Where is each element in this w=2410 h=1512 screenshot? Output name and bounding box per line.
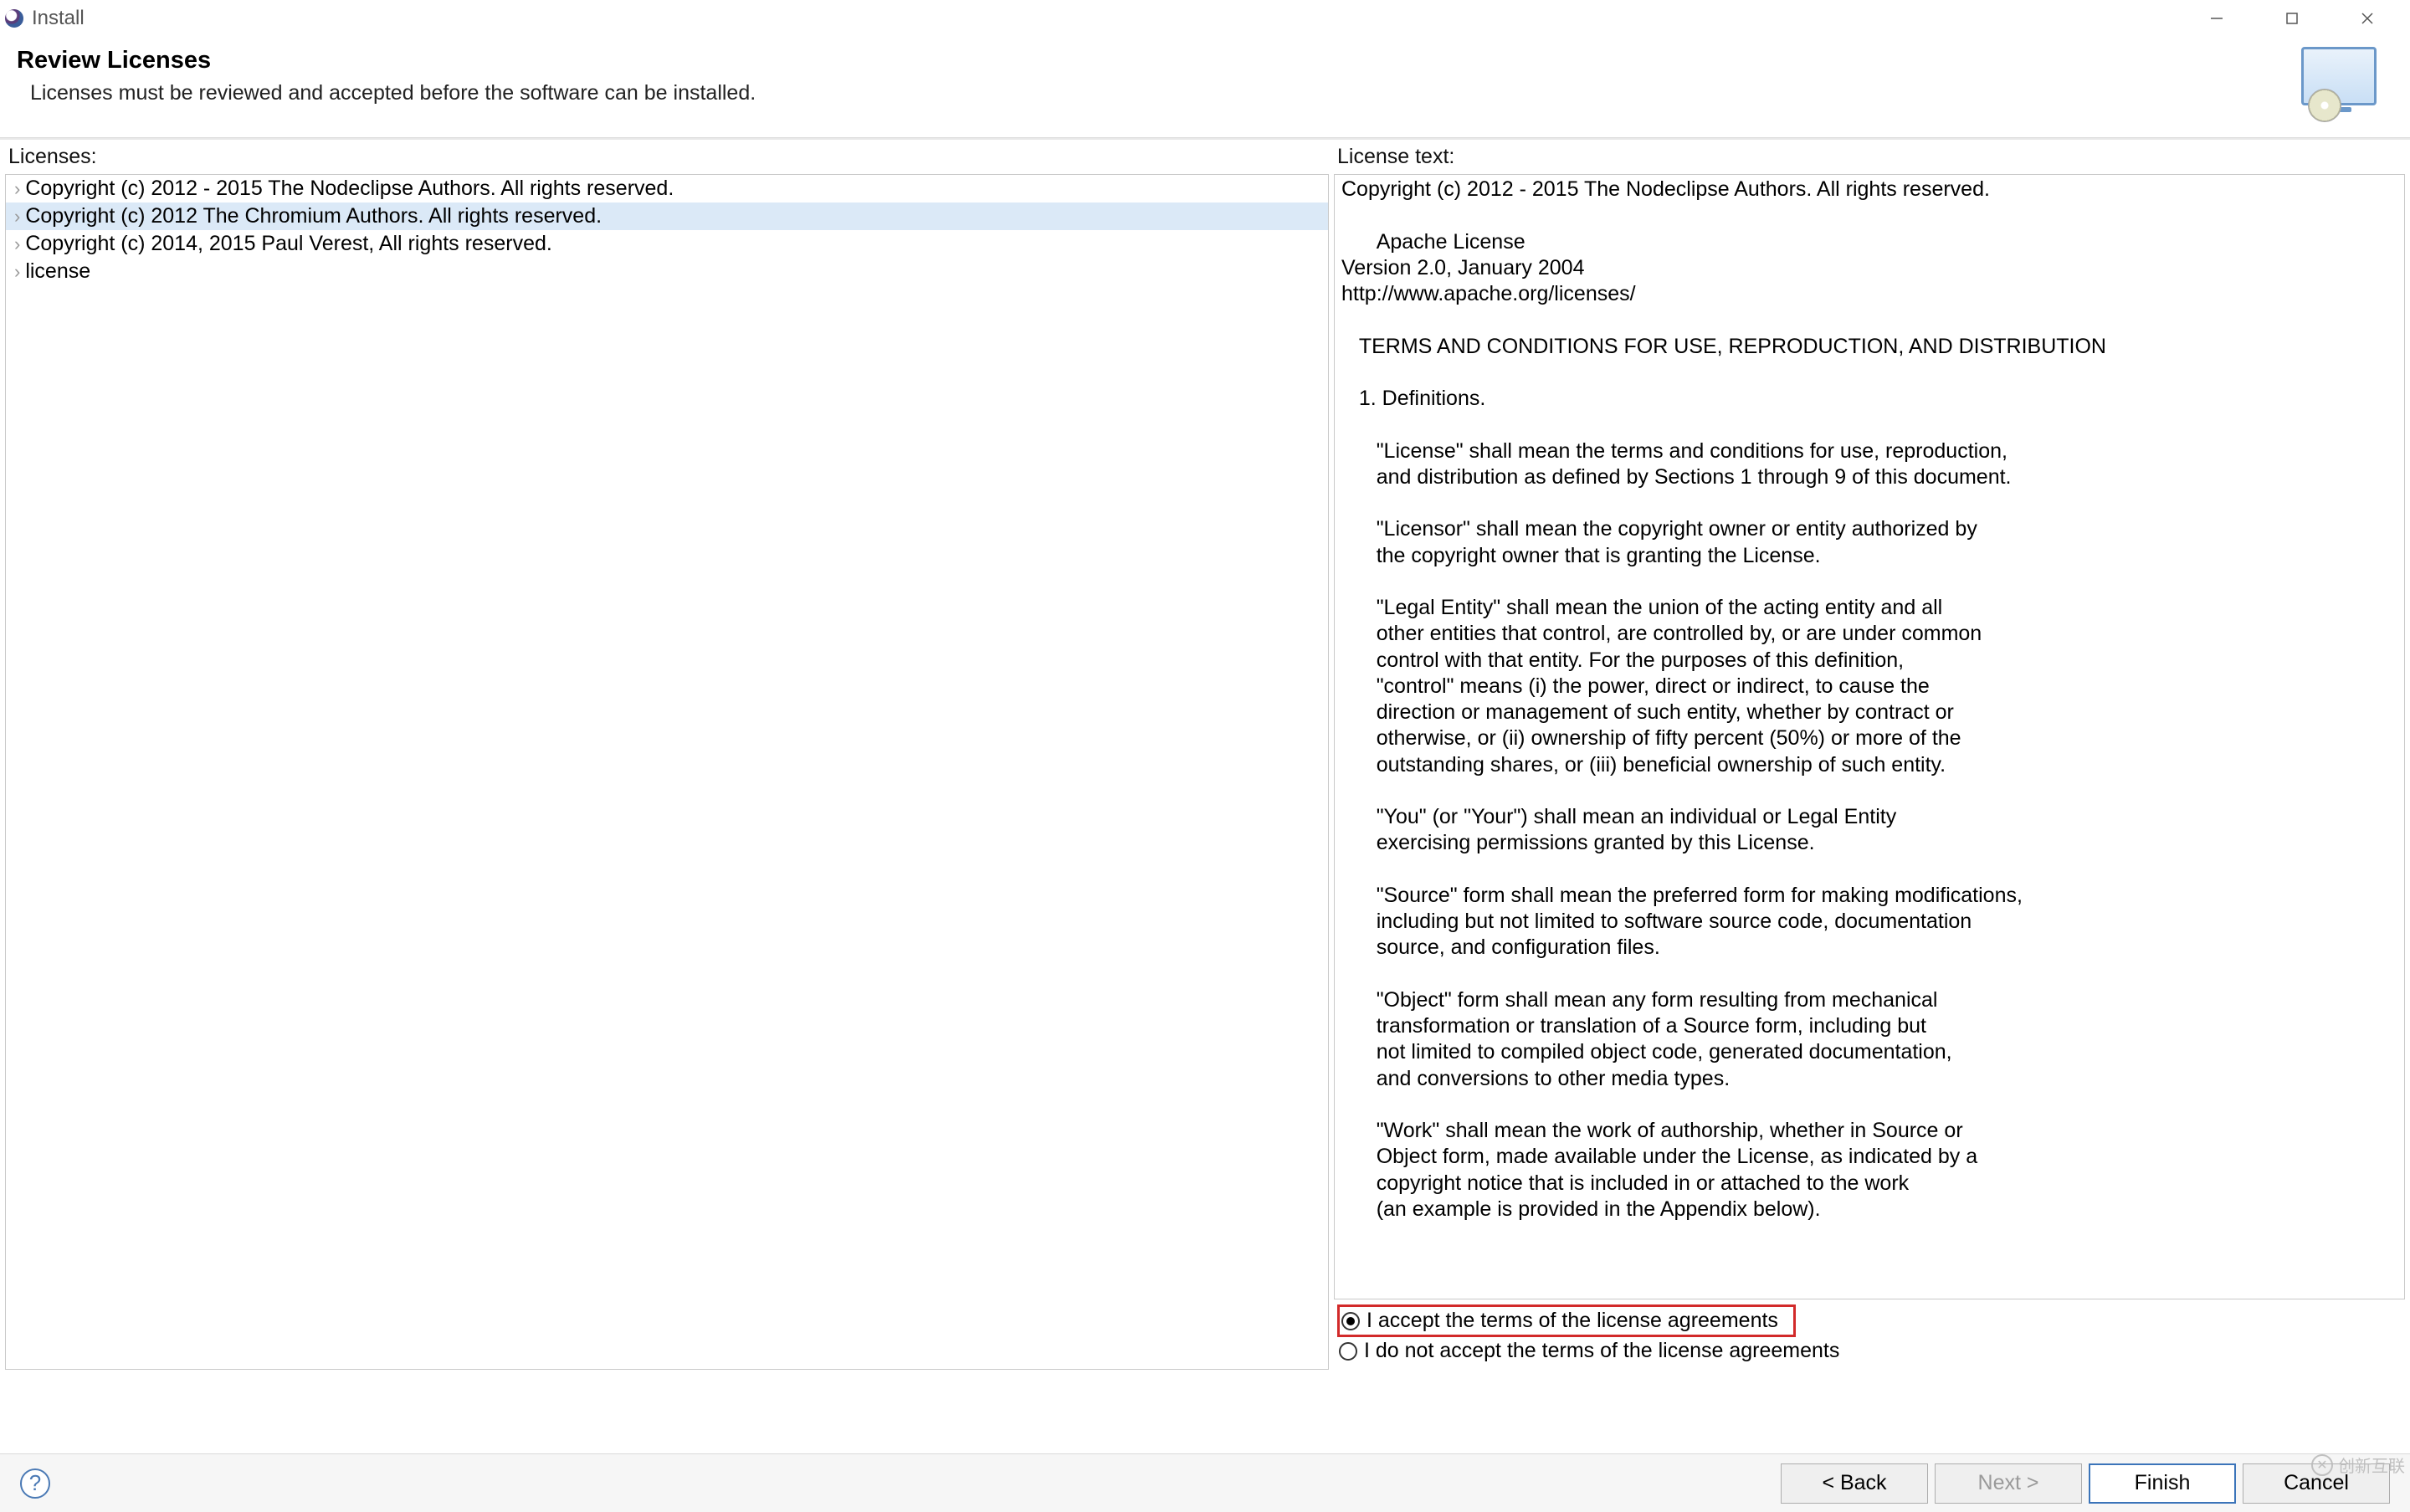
- page-subtitle: Licenses must be reviewed and accepted b…: [17, 81, 2284, 105]
- radio-reject[interactable]: I do not accept the terms of the license…: [1337, 1337, 2402, 1365]
- minimize-button[interactable]: [2179, 0, 2254, 37]
- license-item[interactable]: ›Copyright (c) 2012 - 2015 The Nodeclips…: [6, 175, 1328, 202]
- chevron-right-icon: ›: [14, 261, 20, 283]
- watermark-text: 创新互联: [2338, 1453, 2405, 1477]
- content-area: Licenses: ›Copyright (c) 2012 - 2015 The…: [0, 140, 2410, 1370]
- radio-icon: [1339, 1342, 1357, 1361]
- chevron-right-icon: ›: [14, 233, 20, 255]
- help-button[interactable]: ?: [20, 1468, 50, 1499]
- back-button[interactable]: < Back: [1781, 1463, 1928, 1504]
- radio-icon: [1341, 1312, 1360, 1330]
- close-button[interactable]: [2330, 0, 2405, 37]
- chevron-right-icon: ›: [14, 178, 20, 200]
- radio-accept-label: I accept the terms of the license agreem…: [1367, 1309, 1778, 1333]
- finish-button[interactable]: Finish: [2089, 1463, 2236, 1504]
- next-button: Next >: [1935, 1463, 2082, 1504]
- license-item-label: Copyright (c) 2014, 2015 Paul Verest, Al…: [25, 232, 552, 256]
- watermark-icon: ✕: [2311, 1454, 2333, 1476]
- license-item[interactable]: ›license: [6, 258, 1328, 285]
- license-text-label: License text:: [1334, 140, 2405, 174]
- eclipse-icon: [5, 9, 23, 28]
- license-item-label: Copyright (c) 2012 - 2015 The Nodeclipse…: [25, 177, 674, 201]
- licenses-pane: Licenses: ›Copyright (c) 2012 - 2015 The…: [5, 140, 1329, 1370]
- wizard-footer: ? < Back Next > Finish Cancel: [0, 1453, 2410, 1512]
- radio-reject-label: I do not accept the terms of the license…: [1364, 1339, 1839, 1363]
- license-item-label: license: [25, 259, 90, 284]
- radio-accept[interactable]: I accept the terms of the license agreem…: [1337, 1304, 1796, 1337]
- license-item[interactable]: ›Copyright (c) 2014, 2015 Paul Verest, A…: [6, 230, 1328, 258]
- license-item-label: Copyright (c) 2012 The Chromium Authors.…: [25, 204, 602, 228]
- license-item[interactable]: ›Copyright (c) 2012 The Chromium Authors…: [6, 202, 1328, 230]
- licenses-label: Licenses:: [5, 140, 1329, 174]
- window-title: Install: [32, 7, 85, 30]
- chevron-right-icon: ›: [14, 206, 20, 228]
- watermark: ✕ 创新互联: [2311, 1453, 2405, 1477]
- license-text-area[interactable]: Copyright (c) 2012 - 2015 The Nodeclipse…: [1334, 174, 2405, 1299]
- wizard-header: Review Licenses Licenses must be reviewe…: [0, 37, 2410, 137]
- titlebar: Install: [0, 0, 2410, 37]
- maximize-button[interactable]: [2254, 0, 2330, 37]
- page-title: Review Licenses: [17, 47, 2284, 74]
- license-radio-group: I accept the terms of the license agreem…: [1334, 1299, 2405, 1370]
- licenses-list[interactable]: ›Copyright (c) 2012 - 2015 The Nodeclips…: [5, 174, 1329, 1370]
- license-text-pane: License text: Copyright (c) 2012 - 2015 …: [1334, 140, 2405, 1370]
- install-icon: [2284, 47, 2377, 122]
